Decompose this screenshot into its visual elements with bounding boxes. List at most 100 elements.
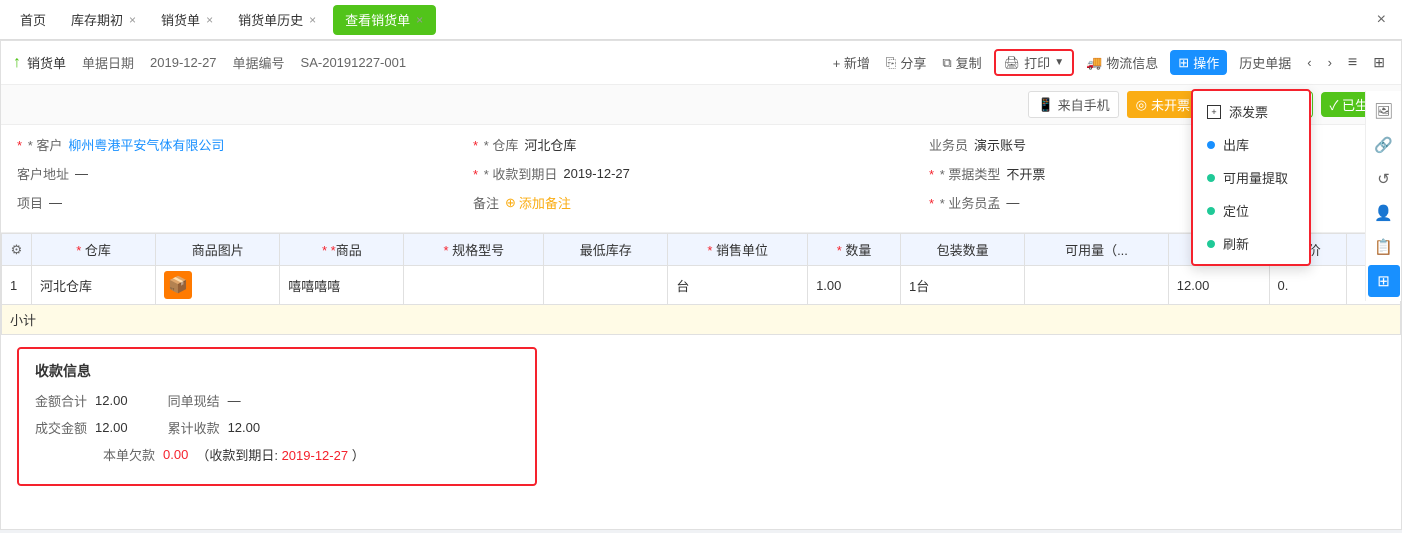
- tab-view-sales[interactable]: 查看销货单 ×: [333, 5, 436, 35]
- same-order-value: —: [228, 393, 241, 408]
- col-package-qty: 包装数量: [901, 234, 1025, 266]
- customer-value[interactable]: 柳州粤港平安气体有限公司: [68, 135, 224, 154]
- next-button[interactable]: ›: [1324, 53, 1336, 72]
- dropdown-locate[interactable]: 定位: [1193, 194, 1309, 227]
- sidebar-expand-icon[interactable]: ⊞: [1368, 265, 1400, 297]
- due-date-value: 2019-12-27: [563, 166, 683, 181]
- truck-icon: 🚚: [1086, 55, 1102, 71]
- table-row: 1 河北仓库 📦 嘻嘻嘻嘻 台 1.00 1台 12.00 0.: [2, 266, 1401, 305]
- ticket-icon: ◎: [1136, 97, 1147, 113]
- dropdown-outbound[interactable]: 出库: [1193, 128, 1309, 161]
- tab-inventory-close[interactable]: ×: [129, 13, 136, 27]
- add-note-button[interactable]: ⊕ 添加备注: [505, 193, 571, 212]
- invoice-icon: +: [1207, 105, 1221, 119]
- sidebar-link-icon[interactable]: 🔗: [1368, 129, 1400, 161]
- cell-spec: [404, 266, 544, 305]
- ops-dropdown-menu: + 添发票 出库 可用量提取 定位 刷新: [1191, 89, 1311, 266]
- sidebar-user-icon[interactable]: 👤: [1368, 197, 1400, 229]
- tab-view-sales-close[interactable]: ×: [416, 13, 423, 27]
- date-label: 单据日期: [82, 53, 134, 72]
- prev-button[interactable]: ‹: [1303, 53, 1315, 72]
- dropdown-add-invoice[interactable]: + 添发票: [1193, 95, 1309, 128]
- unopened-button[interactable]: ◎ 未开票: [1127, 91, 1199, 118]
- print-dropdown-icon: ▼: [1054, 57, 1064, 68]
- mobile-button[interactable]: 📱 来自手机: [1028, 91, 1118, 118]
- window-close-button[interactable]: ×: [1369, 7, 1394, 33]
- ticket-type-field: * * 票据类型 不开票: [929, 164, 1385, 183]
- col-available: 可用量（...: [1025, 234, 1169, 266]
- sales-order-icon: ↑: [13, 54, 21, 72]
- arrears-value: 0.00: [163, 447, 188, 462]
- sidebar-image-icon[interactable]: 🖼: [1368, 95, 1400, 127]
- copy-button[interactable]: ⧉ 复制: [938, 51, 985, 74]
- payment-row-3: 本单欠款 0.00 （收款到期日: 2019-12-27 ）: [35, 445, 519, 464]
- print-button[interactable]: 🖨 打印 ▼: [994, 49, 1074, 76]
- form-title-area: ↑ 销货单: [13, 53, 66, 72]
- grid-view-button[interactable]: ⊞: [1369, 52, 1389, 73]
- gear-icon[interactable]: ⚙: [11, 242, 23, 257]
- extract-dot-icon: [1207, 174, 1215, 182]
- subtotal-label: 小计: [2, 305, 1401, 335]
- tab-inventory[interactable]: 库存期初 ×: [59, 0, 149, 39]
- bottom-section: 收款信息 金额合计 12.00 同单现结 — 成交金额 12.00 累计收款: [1, 335, 1401, 498]
- project-label: 项目: [17, 193, 43, 212]
- total-amount-item: 金额合计 12.00: [35, 391, 128, 410]
- same-order-label: 同单现结: [168, 391, 220, 410]
- customer-field: * * 客户 柳州粤港平安气体有限公司: [17, 135, 473, 154]
- col-spec: * 规格型号: [404, 234, 544, 266]
- tab-sales-history[interactable]: 销货单历史 ×: [226, 0, 329, 39]
- logistics-button[interactable]: 🚚 物流信息: [1082, 51, 1162, 74]
- product-image: 📦: [164, 271, 192, 299]
- customer-label: * * 客户: [17, 135, 62, 154]
- field-row-1: * * 客户 柳州粤港平安气体有限公司 * * 仓库 河北仓库 业务员 演示账号: [17, 135, 1385, 154]
- print-icon: 🖨: [1004, 55, 1021, 71]
- cell-unit-price: 0.: [1269, 266, 1346, 305]
- transaction-label: 成交金额: [35, 418, 87, 437]
- cumulative-label: 累计收款: [168, 418, 220, 437]
- tab-home[interactable]: 首页: [8, 0, 59, 39]
- cumulative-value: 12.00: [228, 420, 261, 435]
- history-button[interactable]: 历史单据: [1235, 51, 1295, 74]
- tab-sales[interactable]: 销货单 ×: [149, 0, 226, 39]
- cumulative-item: 累计收款 12.00: [168, 418, 261, 437]
- col-product: * *商品: [280, 234, 404, 266]
- cell-package-qty: 1台: [901, 266, 1025, 305]
- form-title-text: 销货单: [27, 53, 66, 72]
- sidebar-clipboard-icon[interactable]: 📋: [1368, 231, 1400, 263]
- list-view-button[interactable]: ≡: [1344, 52, 1361, 74]
- mobile-icon: 📱: [1037, 97, 1053, 113]
- address-value: —: [75, 166, 195, 181]
- col-settings[interactable]: ⚙: [2, 234, 32, 266]
- arrears-date: 2019-12-27: [282, 448, 349, 463]
- payment-info-panel: 收款信息 金额合计 12.00 同单现结 — 成交金额 12.00 累计收款: [17, 347, 537, 486]
- tab-sales-history-close[interactable]: ×: [309, 13, 316, 27]
- dropdown-refresh[interactable]: 刷新: [1193, 227, 1309, 260]
- field-row-2: 客户地址 — * * 收款到期日 2019-12-27 * * 票据类型 不开票: [17, 164, 1385, 183]
- total-label: 金额合计: [35, 391, 87, 410]
- tab-sales-close[interactable]: ×: [206, 13, 213, 27]
- share-button[interactable]: ⎘ 分享: [882, 51, 930, 74]
- new-button[interactable]: + 新增: [829, 51, 874, 74]
- right-sidebar: 🖼 🔗 ↺ 👤 📋 ⊞: [1365, 91, 1401, 301]
- ops-button[interactable]: ⊞ 操作: [1170, 50, 1227, 75]
- transaction-item: 成交金额 12.00: [35, 418, 128, 437]
- transaction-value: 12.00: [95, 420, 128, 435]
- col-min-stock: 最低库存: [544, 234, 668, 266]
- dropdown-available-extract[interactable]: 可用量提取: [1193, 161, 1309, 194]
- share-icon: ⎘: [886, 55, 896, 71]
- cell-warehouse: 河北仓库: [32, 266, 156, 305]
- tab-bar: 首页 库存期初 × 销货单 × 销货单历史 × 查看销货单 × ×: [0, 0, 1402, 40]
- sales-staff-value: —: [1006, 195, 1126, 210]
- number-label: 单据编号: [233, 53, 285, 72]
- refresh-dot-icon: [1207, 240, 1215, 248]
- payment-row-1: 金额合计 12.00 同单现结 —: [35, 391, 519, 410]
- warehouse-field: * * 仓库 河北仓库: [473, 135, 929, 154]
- arrears-note: （收款到期日: 2019-12-27 ）: [196, 445, 364, 464]
- form-meta: 单据日期 2019-12-27 单据编号 SA-20191227-001: [82, 53, 406, 72]
- plus-icon: ⊕: [505, 195, 516, 211]
- sidebar-refresh-icon[interactable]: ↺: [1368, 163, 1400, 195]
- arrears-item: 本单欠款 0.00 （收款到期日: 2019-12-27 ）: [35, 445, 365, 464]
- form-header: ↑ 销货单 单据日期 2019-12-27 单据编号 SA-20191227-0…: [1, 41, 1401, 85]
- note-label: 备注: [473, 193, 499, 212]
- col-product-img: 商品图片: [156, 234, 280, 266]
